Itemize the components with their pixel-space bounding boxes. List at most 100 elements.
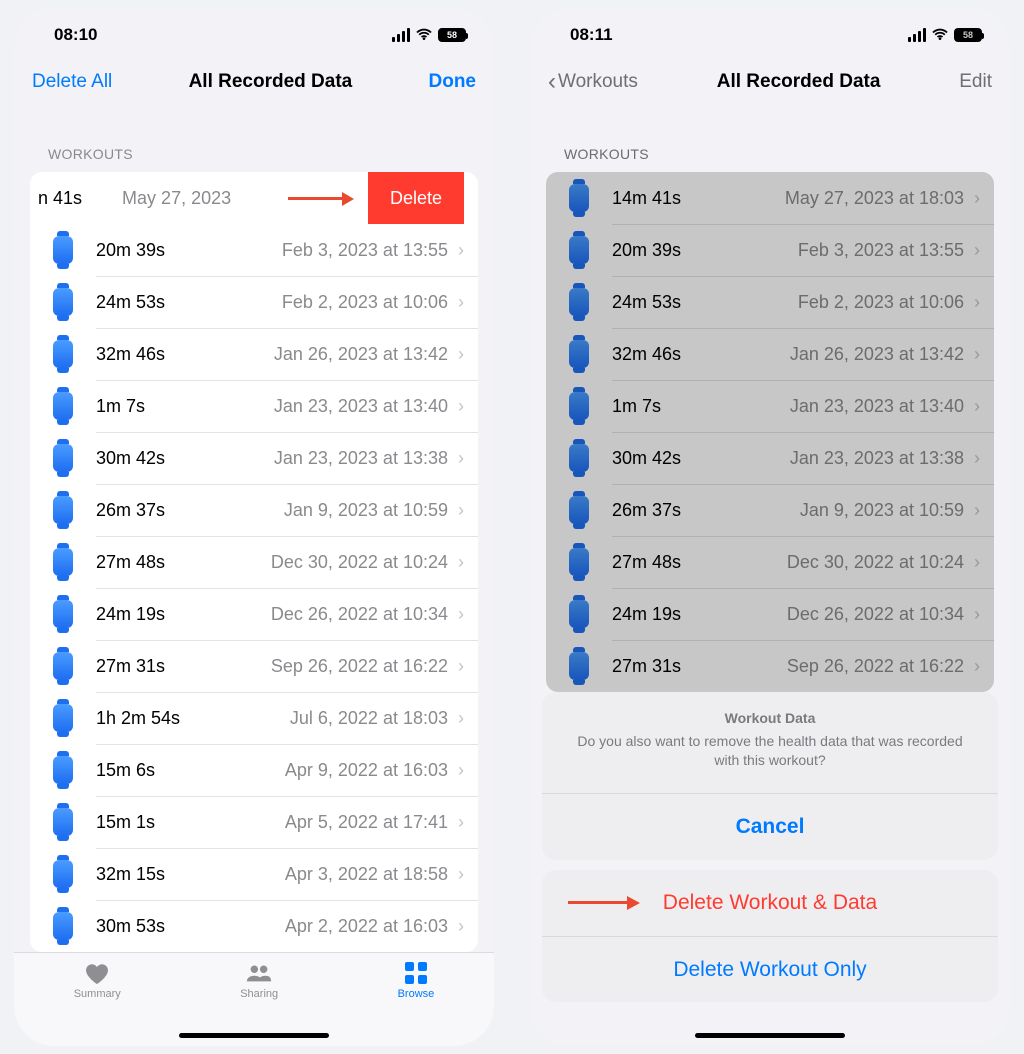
workout-date: May 27, 2023 bbox=[82, 188, 288, 209]
apple-watch-icon bbox=[30, 600, 96, 628]
chevron-right-icon: › bbox=[458, 760, 464, 781]
workout-duration: 32m 46s bbox=[96, 344, 165, 365]
chevron-right-icon: › bbox=[458, 708, 464, 729]
workout-row[interactable]: 32m 46s Jan 26, 2023 at 13:42 › bbox=[546, 328, 994, 380]
chevron-right-icon: › bbox=[974, 240, 980, 261]
workout-row[interactable]: 30m 42s Jan 23, 2023 at 13:38 › bbox=[546, 432, 994, 484]
cancel-button[interactable]: Cancel bbox=[542, 794, 998, 860]
workout-row[interactable]: 27m 31s Sep 26, 2022 at 16:22 › bbox=[30, 640, 478, 692]
apple-watch-icon bbox=[546, 496, 612, 524]
apple-watch-icon bbox=[546, 236, 612, 264]
workout-row[interactable]: 27m 48s Dec 30, 2022 at 10:24 › bbox=[30, 536, 478, 588]
workout-row[interactable]: 32m 46s Jan 26, 2023 at 13:42 › bbox=[30, 328, 478, 380]
apple-watch-icon bbox=[30, 288, 96, 316]
workout-duration: 32m 46s bbox=[612, 344, 681, 365]
delete-all-button[interactable]: Delete All bbox=[32, 71, 112, 93]
grid-icon bbox=[402, 961, 430, 985]
workout-date: Sep 26, 2022 at 16:22 bbox=[165, 656, 458, 677]
apple-watch-icon bbox=[30, 912, 96, 940]
workout-duration: 1h 2m 54s bbox=[96, 708, 180, 729]
apple-watch-icon bbox=[30, 652, 96, 680]
workout-row[interactable]: 24m 19s Dec 26, 2022 at 10:34 › bbox=[546, 588, 994, 640]
workout-row[interactable]: 20m 39s Feb 3, 2023 at 13:55 › bbox=[30, 224, 478, 276]
people-icon bbox=[245, 961, 273, 985]
workout-row[interactable]: 14m 41s May 27, 2023 at 18:03 › bbox=[546, 172, 994, 224]
phone-left: 08:10 58 Delete All All Recorded Data Do… bbox=[14, 8, 494, 1046]
wifi-icon bbox=[931, 28, 949, 42]
tab-browse[interactable]: Browse bbox=[398, 961, 435, 1046]
workout-date: Jan 23, 2023 at 13:40 bbox=[661, 396, 974, 417]
chevron-right-icon: › bbox=[974, 552, 980, 573]
chevron-right-icon: › bbox=[458, 500, 464, 521]
chevron-right-icon: › bbox=[974, 188, 980, 209]
battery-icon: 58 bbox=[438, 28, 466, 42]
status-right: 58 bbox=[392, 28, 466, 42]
workout-date: Feb 3, 2023 at 13:55 bbox=[165, 240, 458, 261]
chevron-right-icon: › bbox=[974, 604, 980, 625]
tab-summary[interactable]: Summary bbox=[74, 961, 121, 1046]
workout-row[interactable]: 1h 2m 54s Jul 6, 2022 at 18:03 › bbox=[30, 692, 478, 744]
workout-duration: 27m 48s bbox=[96, 552, 165, 573]
workout-duration: 27m 31s bbox=[96, 656, 165, 677]
home-indicator[interactable] bbox=[695, 1033, 845, 1038]
chevron-right-icon: › bbox=[458, 552, 464, 573]
done-button[interactable]: Done bbox=[429, 71, 477, 93]
workout-row[interactable]: 30m 53s Apr 2, 2022 at 16:03 › bbox=[30, 900, 478, 952]
action-sheet: Workout Data Do you also want to remove … bbox=[530, 692, 1010, 1046]
apple-watch-icon bbox=[30, 548, 96, 576]
action-sheet-message: Do you also want to remove the health da… bbox=[572, 732, 968, 771]
workout-row[interactable]: 1m 7s Jan 23, 2023 at 13:40 › bbox=[30, 380, 478, 432]
home-indicator[interactable] bbox=[179, 1033, 329, 1038]
apple-watch-icon bbox=[30, 704, 96, 732]
workout-date: Jan 9, 2023 at 10:59 bbox=[681, 500, 974, 521]
workout-duration: 24m 19s bbox=[96, 604, 165, 625]
workout-list-container[interactable]: WORKOUTS n 41s May 27, 2023 Delete 20m 3… bbox=[14, 110, 494, 1046]
workout-row[interactable]: 24m 19s Dec 26, 2022 at 10:34 › bbox=[30, 588, 478, 640]
workout-duration: 26m 37s bbox=[612, 500, 681, 521]
chevron-right-icon: › bbox=[458, 656, 464, 677]
workout-date: May 27, 2023 at 18:03 bbox=[681, 188, 974, 209]
workout-duration: 1m 7s bbox=[96, 396, 145, 417]
workout-duration: 32m 15s bbox=[96, 864, 165, 885]
workout-row[interactable]: 1m 7s Jan 23, 2023 at 13:40 › bbox=[546, 380, 994, 432]
nav-bar: ‹Workouts All Recorded Data Edit bbox=[530, 54, 1010, 110]
workout-row[interactable]: 30m 42s Jan 23, 2023 at 13:38 › bbox=[30, 432, 478, 484]
chevron-right-icon: › bbox=[458, 448, 464, 469]
workout-row[interactable]: 27m 48s Dec 30, 2022 at 10:24 › bbox=[546, 536, 994, 588]
workout-row[interactable]: 15m 1s Apr 5, 2022 at 17:41 › bbox=[30, 796, 478, 848]
phone-right: 08:11 58 ‹Workouts All Recorded Data Edi… bbox=[530, 8, 1010, 1046]
workout-row[interactable]: 32m 15s Apr 3, 2022 at 18:58 › bbox=[30, 848, 478, 900]
apple-watch-icon bbox=[546, 600, 612, 628]
workout-duration: 26m 37s bbox=[96, 500, 165, 521]
apple-watch-icon bbox=[546, 392, 612, 420]
workout-date: Jan 26, 2023 at 13:42 bbox=[165, 344, 458, 365]
workout-date: Sep 26, 2022 at 16:22 bbox=[681, 656, 974, 677]
workout-row[interactable]: 26m 37s Jan 9, 2023 at 10:59 › bbox=[546, 484, 994, 536]
apple-watch-icon bbox=[30, 392, 96, 420]
workout-row[interactable]: 20m 39s Feb 3, 2023 at 13:55 › bbox=[546, 224, 994, 276]
status-bar: 08:11 58 bbox=[530, 8, 1010, 54]
edit-button[interactable]: Edit bbox=[959, 71, 992, 93]
chevron-right-icon: › bbox=[974, 344, 980, 365]
workout-row[interactable]: 26m 37s Jan 9, 2023 at 10:59 › bbox=[30, 484, 478, 536]
arrow-annotation-icon bbox=[568, 895, 640, 911]
apple-watch-icon bbox=[546, 444, 612, 472]
chevron-right-icon: › bbox=[458, 812, 464, 833]
delete-workout-only-button[interactable]: Delete Workout Only bbox=[542, 936, 998, 1002]
workout-row[interactable]: 27m 31s Sep 26, 2022 at 16:22 › bbox=[546, 640, 994, 692]
apple-watch-icon bbox=[546, 652, 612, 680]
delete-swipe-button[interactable]: Delete bbox=[368, 172, 464, 224]
workout-duration: 15m 1s bbox=[96, 812, 155, 833]
workout-row[interactable]: 24m 53s Feb 2, 2023 at 10:06 › bbox=[546, 276, 994, 328]
workout-row[interactable]: 24m 53s Feb 2, 2023 at 10:06 › bbox=[30, 276, 478, 328]
apple-watch-icon bbox=[30, 860, 96, 888]
workout-date: Feb 3, 2023 at 13:55 bbox=[681, 240, 974, 261]
workout-date: Feb 2, 2023 at 10:06 bbox=[165, 292, 458, 313]
workout-row[interactable]: 15m 6s Apr 9, 2022 at 16:03 › bbox=[30, 744, 478, 796]
back-button[interactable]: ‹Workouts bbox=[548, 70, 638, 94]
workout-row-swiped[interactable]: n 41s May 27, 2023 Delete bbox=[30, 172, 478, 224]
delete-workout-and-data-button[interactable]: Delete Workout & Data bbox=[542, 870, 998, 936]
workout-duration: 24m 19s bbox=[612, 604, 681, 625]
workout-duration: 30m 53s bbox=[96, 916, 165, 937]
apple-watch-icon bbox=[30, 444, 96, 472]
